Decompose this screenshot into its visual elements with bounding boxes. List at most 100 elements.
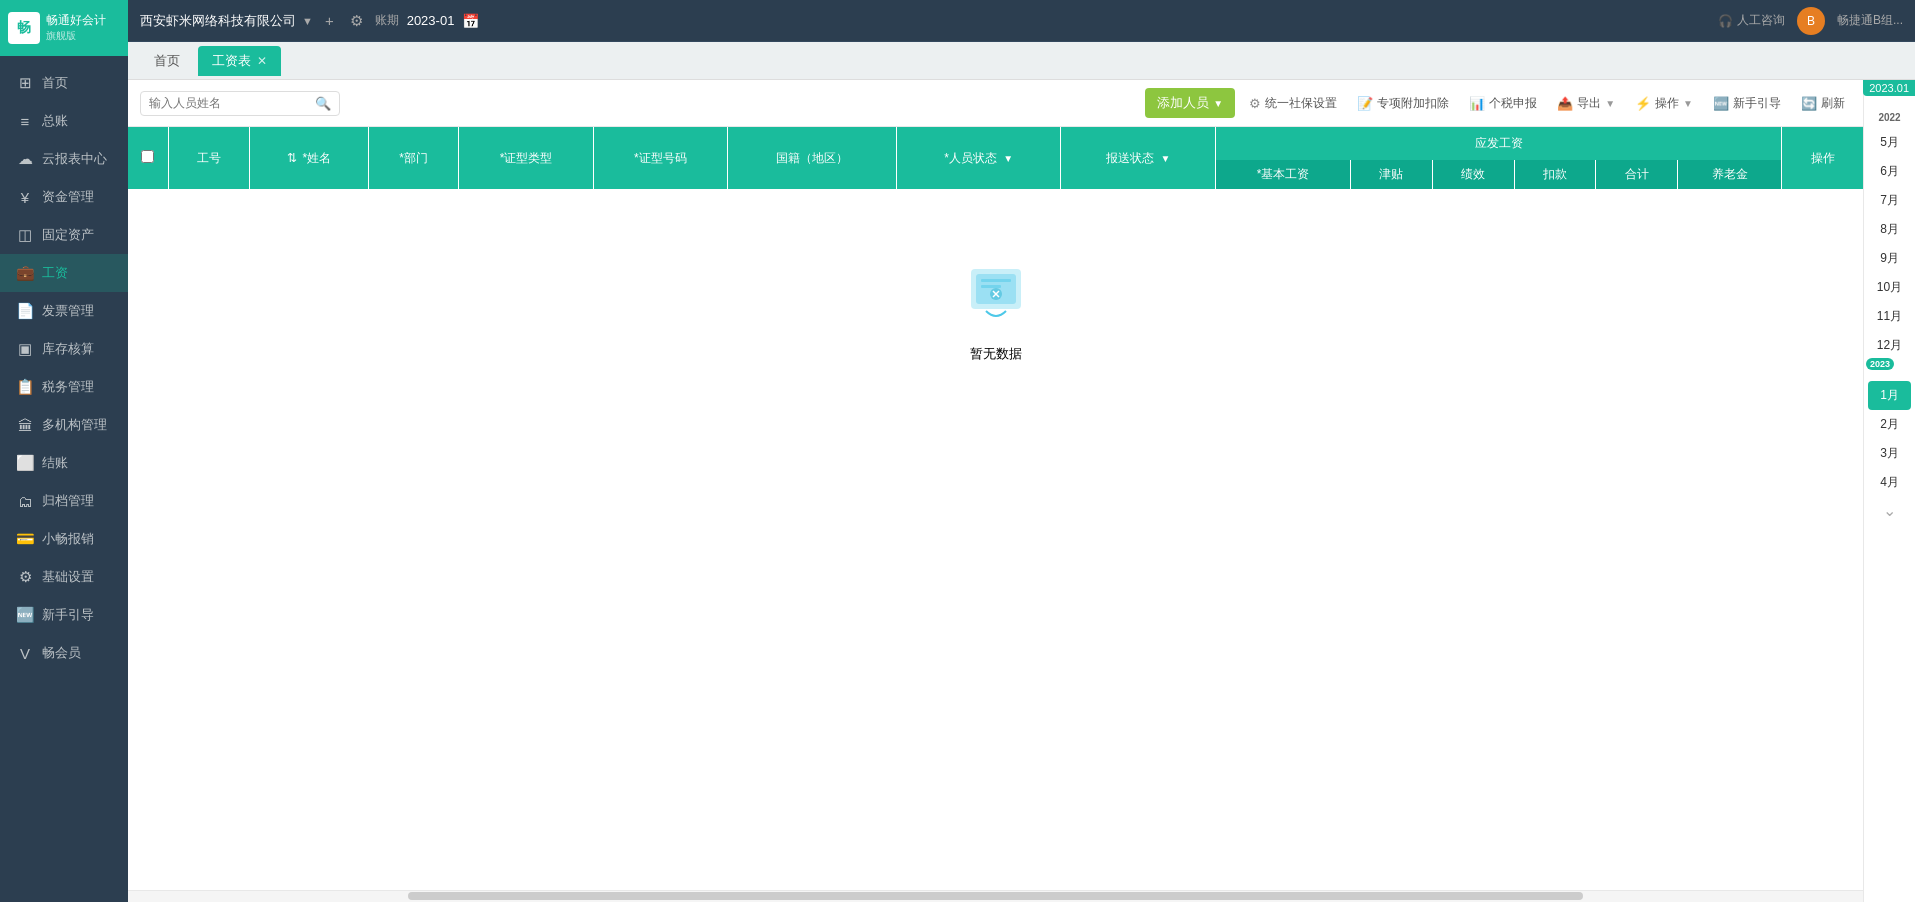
nav-label-settings: 基础设置 [42,568,94,586]
sidebar-item-settings[interactable]: ⚙ 基础设置 [0,558,128,596]
svg-rect-3 [981,285,1001,288]
tab-salary-table[interactable]: 工资表 ✕ [198,46,281,76]
down-nav-icon[interactable]: ⌄ [1879,498,1900,523]
sidebar-item-ledger[interactable]: ≡ 总账 [0,102,128,140]
th-allowance-label: 津贴 [1379,167,1403,181]
export-btn[interactable]: 📤 导出 ▼ [1551,91,1621,116]
month-2022-7[interactable]: 7月 [1864,186,1915,215]
month-2023-2[interactable]: 2月 [1864,410,1915,439]
th-name-label: *姓名 [303,151,332,165]
add-dropdown-icon: ▼ [1213,98,1223,109]
inventory-icon: ▣ [16,340,34,358]
nav-label-member: 畅会员 [42,644,81,662]
personal-tax-btn[interactable]: 📊 个税申报 [1463,91,1543,116]
nav-label-archive: 归档管理 [42,492,94,510]
add-company-btn[interactable]: + [321,10,338,31]
search-icon[interactable]: 🔍 [315,96,331,111]
sidebar-item-inventory[interactable]: ▣ 库存核算 [0,330,128,368]
multi-org-icon: 🏛 [16,417,34,434]
sidebar-item-home[interactable]: ⊞ 首页 [0,64,128,102]
month-2022-8[interactable]: 8月 [1864,215,1915,244]
support-label: 人工咨询 [1737,12,1785,29]
tab-close-icon[interactable]: ✕ [257,54,267,68]
topbar-right: 🎧 人工咨询 B 畅捷通B组... [1718,7,1903,35]
th-actions-label: 操作 [1811,151,1835,165]
nav-label-guide: 新手引导 [42,606,94,624]
svg-rect-2 [981,279,1011,282]
empty-text: 暂无数据 [970,345,1022,363]
nav-label-assets: 固定资产 [42,226,94,244]
th-deduct: 扣款 [1514,160,1596,189]
sidebar-item-assets[interactable]: ◫ 固定资产 [0,216,128,254]
month-2022-12[interactable]: 12月 [1864,331,1915,360]
th-payroll-group: 应发工资 [1216,127,1782,160]
sidebar-item-salary[interactable]: 💼 工资 [0,254,128,292]
special-deduct-btn[interactable]: 📝 专项附加扣除 [1351,91,1455,116]
main-area: 西安虾米网络科技有限公司 ▼ + ⚙ 账期 2023-01 📅 🎧 人工咨询 B… [128,0,1915,902]
company-name: 西安虾米网络科技有限公司 [140,12,296,30]
sidebar-item-close[interactable]: ⬜ 结账 [0,444,128,482]
new-guide-btn[interactable]: 🆕 新手引导 [1707,91,1787,116]
scrollbar-track[interactable] [408,892,1583,900]
month-2023-1[interactable]: 1月 [1868,381,1911,410]
user-name: 畅捷通B组... [1837,12,1903,29]
th-nationality: 国籍（地区） [727,127,896,189]
tabbar: 首页 工资表 ✕ [128,42,1915,80]
sidebar-item-archive[interactable]: 🗂 归档管理 [0,482,128,520]
cloud-icon: ☁ [16,150,34,168]
sidebar-item-guide[interactable]: 🆕 新手引导 [0,596,128,634]
guide-icon: 🆕 [16,606,34,624]
expense-icon: 💳 [16,530,34,548]
add-person-button[interactable]: 添加人员 ▼ [1145,88,1235,118]
nav-label-home: 首页 [42,74,68,92]
month-2023-4[interactable]: 4月 [1864,468,1915,497]
th-actions: 操作 [1782,127,1863,189]
month-2022-9[interactable]: 9月 [1864,244,1915,273]
sidebar: 畅 畅通好会计 旗舰版 ⊞ 首页 ≡ 总账 ☁ 云报表中心 ¥ 资金管理 ◫ 固… [0,0,128,902]
sidebar-item-tax[interactable]: 📋 税务管理 [0,368,128,406]
personal-tax-label: 个税申报 [1489,95,1537,112]
member-icon: V [16,645,34,662]
sidebar-item-expense[interactable]: 💳 小畅报销 [0,520,128,558]
period-value: 2023-01 [407,13,455,28]
support-button[interactable]: 🎧 人工咨询 [1718,12,1785,29]
select-all-checkbox[interactable] [141,150,154,163]
th-person-status: *人员状态 ▼ [897,127,1061,189]
month-2022-6[interactable]: 6月 [1864,157,1915,186]
refresh-btn[interactable]: 🔄 刷新 [1795,91,1851,116]
sort-icon-name: ⇅ [287,151,297,165]
month-2023-3[interactable]: 3月 [1864,439,1915,468]
fund-icon: ¥ [16,189,34,206]
chevron-down-icon: ▼ [302,15,313,27]
person-status-filter-icon[interactable]: ▼ [1003,153,1013,164]
search-input[interactable] [149,96,309,110]
nav-label-cloud: 云报表中心 [42,150,107,168]
sidebar-item-member[interactable]: V 畅会员 [0,634,128,672]
month-2022-5[interactable]: 5月 [1864,128,1915,157]
month-2022-11[interactable]: 11月 [1864,302,1915,331]
tab-salary-label: 工资表 [212,52,251,70]
tab-home[interactable]: 首页 [140,46,194,76]
social-security-icon: ⚙ [1249,96,1261,111]
company-selector[interactable]: 西安虾米网络科技有限公司 ▼ [140,12,313,30]
select-all-th[interactable] [128,127,168,189]
operate-btn[interactable]: ⚡ 操作 ▼ [1629,91,1699,116]
report-status-filter-icon[interactable]: ▼ [1160,153,1170,164]
add-person-label: 添加人员 [1157,94,1209,112]
table-wrapper: 工号 ⇅ *姓名 *部门 *证型类型 [128,127,1863,890]
sidebar-item-invoice[interactable]: 📄 发票管理 [0,292,128,330]
nav-label-multi-org: 多机构管理 [42,416,107,434]
calendar-icon[interactable]: 📅 [462,13,479,29]
month-2022-10[interactable]: 10月 [1864,273,1915,302]
logo-icon: 畅 [8,12,40,44]
settings-company-btn[interactable]: ⚙ [346,10,367,32]
sidebar-item-multi-org[interactable]: 🏛 多机构管理 [0,406,128,444]
th-base-salary-label: *基本工资 [1257,167,1310,181]
sidebar-item-cloud-report[interactable]: ☁ 云报表中心 [0,140,128,178]
sidebar-item-fund[interactable]: ¥ 资金管理 [0,178,128,216]
th-base-salary: *基本工资 [1216,160,1350,189]
th-performance: 绩效 [1432,160,1514,189]
logo-text: 畅通好会计 [46,13,106,29]
social-security-label: 统一社保设置 [1265,95,1337,112]
social-security-btn[interactable]: ⚙ 统一社保设置 [1243,91,1343,116]
